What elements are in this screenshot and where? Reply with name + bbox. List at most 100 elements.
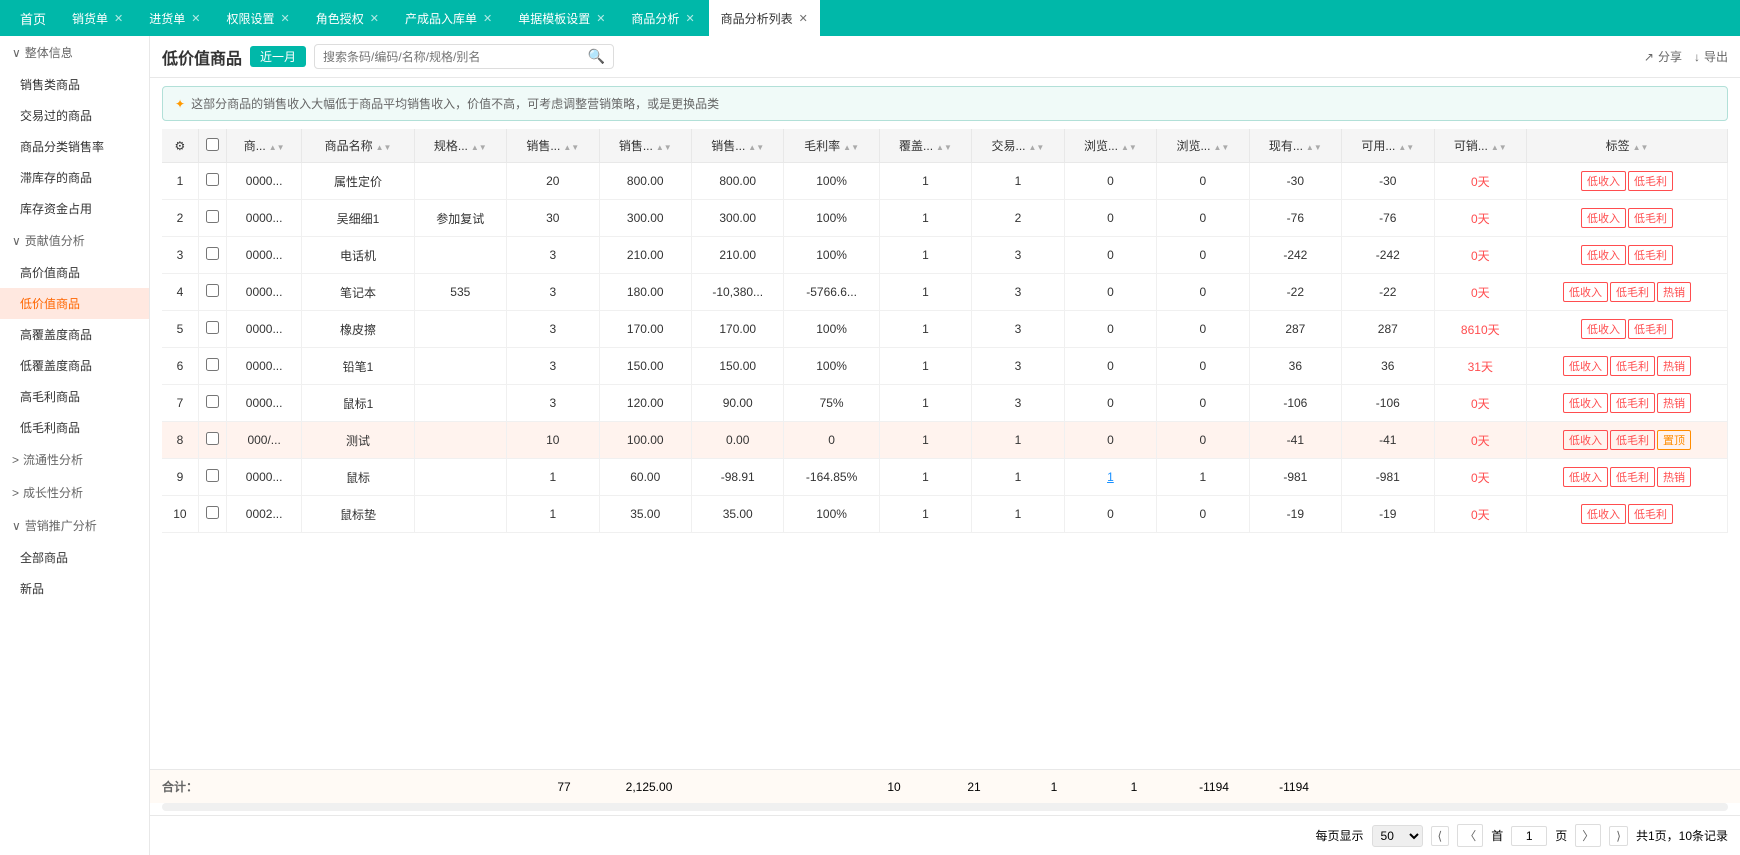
prev-page-button[interactable]: 〈 [1457,824,1483,847]
browse-value: 0 [1107,396,1114,410]
close-icon[interactable]: ✕ [370,12,379,25]
sidebar-item-stock-capital[interactable]: 库存资金占用 [0,193,149,224]
page-number-input[interactable] [1511,826,1547,846]
td-sellable-days: 0天 [1434,163,1526,200]
sidebar-item-low-margin[interactable]: 低毛利商品 [0,412,149,443]
table-body: 1 0000... 属性定价 20 800.00 800.00 100% 1 1… [162,163,1728,533]
td-sales-profit: 90.00 [691,385,783,422]
summary-available-stock: -1194 [1254,780,1334,794]
sidebar-item-low-value[interactable]: 低价值商品 [0,288,149,319]
row-checkbox[interactable] [206,284,219,297]
sidebar-group-circulation[interactable]: > 流通性分析 [0,443,149,476]
browse-link[interactable]: 1 [1107,470,1114,484]
sort-icon[interactable]: ▲▼ [1306,144,1322,152]
sort-icon[interactable]: ▲▼ [1491,144,1507,152]
row-checkbox[interactable] [206,358,219,371]
row-checkbox[interactable] [206,395,219,408]
sort-icon[interactable]: ▲▼ [843,144,859,152]
sidebar-item-high-margin[interactable]: 高毛利商品 [0,381,149,412]
next-page-button[interactable]: 〉 [1575,824,1601,847]
export-link[interactable]: ↓ 导出 [1694,48,1728,65]
nav-tab-analysis-list[interactable]: 商品分析列表 ✕ [709,0,820,36]
sidebar-item-new-goods[interactable]: 新品 [0,573,149,604]
close-icon[interactable]: ✕ [685,12,694,25]
td-tags: 低收入低毛利 [1527,496,1728,533]
td-sales-profit: -10,380... [691,274,783,311]
sidebar-item-high-coverage[interactable]: 高覆盖度商品 [0,319,149,350]
sidebar-group-marketing[interactable]: ∨ 营销推广分析 [0,509,149,542]
sidebar-group-growth[interactable]: > 成长性分析 [0,476,149,509]
summary-sales-qty: 77 [524,780,604,794]
time-filter-button[interactable]: 近一月 [250,46,306,67]
row-checkbox[interactable] [206,173,219,186]
tag-badge: 低收入 [1581,208,1626,228]
sort-icon[interactable]: ▲▼ [1213,144,1229,152]
nav-tab-analysis[interactable]: 商品分析 ✕ [619,0,706,36]
td-browse2: 0 [1157,163,1249,200]
horizontal-scrollbar[interactable] [162,803,1728,811]
total-info: 共1页，10条记录 [1636,827,1728,844]
nav-tab-purchase[interactable]: 进货单 ✕ [137,0,212,36]
td-sales-qty: 3 [507,385,599,422]
sidebar-item-all-goods[interactable]: 全部商品 [0,542,149,573]
sort-icon[interactable]: ▲▼ [269,144,285,152]
last-page-button[interactable]: ⟩ [1609,826,1628,846]
nav-tab-templates[interactable]: 单据模板设置 ✕ [506,0,617,36]
th-settings[interactable]: ⚙ [162,129,198,163]
per-page-select[interactable]: 50 100 200 [1372,825,1423,847]
first-page-button[interactable]: ⟨ [1431,826,1450,846]
td-browse2: 0 [1157,422,1249,459]
sidebar-item-high-value[interactable]: 高价值商品 [0,257,149,288]
sidebar-group-overall[interactable]: ∨ 整体信息 [0,36,149,69]
close-icon[interactable]: ✕ [799,12,808,25]
sort-icon[interactable]: ▲▼ [936,144,952,152]
sidebar-group-contribution[interactable]: ∨ 贡献值分析 [0,224,149,257]
select-all-checkbox[interactable] [206,138,219,151]
sort-icon[interactable]: ▲▼ [656,144,672,152]
nav-tab-home[interactable]: 首页 [8,0,58,36]
row-checkbox[interactable] [206,247,219,260]
th-sellable: 可销...▲▼ [1434,129,1526,163]
close-icon[interactable]: ✕ [483,12,492,25]
sidebar-item-category-rate[interactable]: 商品分类销售率 [0,131,149,162]
row-checkbox[interactable] [206,469,219,482]
th-margin: 毛利率▲▼ [784,129,879,163]
td-margin: -164.85% [784,459,879,496]
sort-icon[interactable]: ▲▼ [748,144,764,152]
close-icon[interactable]: ✕ [191,12,200,25]
nav-tab-production[interactable]: 产成品入库单 ✕ [393,0,504,36]
row-checkbox[interactable] [206,432,219,445]
sort-icon[interactable]: ▲▼ [1398,144,1414,152]
td-sales-qty: 3 [507,274,599,311]
nav-tab-roles[interactable]: 角色授权 ✕ [304,0,391,36]
row-checkbox[interactable] [206,506,219,519]
close-icon[interactable]: ✕ [114,12,123,25]
sort-icon[interactable]: ▲▼ [1029,144,1045,152]
sort-icon[interactable]: ▲▼ [1633,144,1649,152]
sort-icon[interactable]: ▲▼ [1121,144,1137,152]
sidebar-item-stale-goods[interactable]: 滞库存的商品 [0,162,149,193]
td-tags: 低收入低毛利热销 [1527,385,1728,422]
td-checkbox [198,422,226,459]
sidebar-item-low-coverage[interactable]: 低覆盖度商品 [0,350,149,381]
row-checkbox[interactable] [206,321,219,334]
sidebar-item-sales-goods[interactable]: 销售类商品 [0,69,149,100]
summary-sales-amt: 2,125.00 [604,780,694,794]
sort-icon[interactable]: ▲▼ [376,144,392,152]
sidebar-item-traded-goods[interactable]: 交易过的商品 [0,100,149,131]
sort-icon[interactable]: ▲▼ [471,144,487,152]
search-input[interactable] [323,50,582,64]
td-name: 电话机 [302,237,414,274]
row-checkbox[interactable] [206,210,219,223]
summary-label: 合计： [162,778,198,795]
sort-icon[interactable]: ▲▼ [563,144,579,152]
close-icon[interactable]: ✕ [281,12,290,25]
nav-tab-permissions[interactable]: 权限设置 ✕ [214,0,301,36]
chevron-down-icon: ∨ [12,234,21,248]
td-available-stock: -41 [1342,422,1434,459]
nav-tab-sales[interactable]: 销货单 ✕ [60,0,135,36]
share-link[interactable]: ↗ 分享 [1644,48,1682,65]
close-icon[interactable]: ✕ [596,12,605,25]
td-coverage: 1 [879,274,971,311]
search-icon[interactable]: 🔍 [588,48,605,65]
